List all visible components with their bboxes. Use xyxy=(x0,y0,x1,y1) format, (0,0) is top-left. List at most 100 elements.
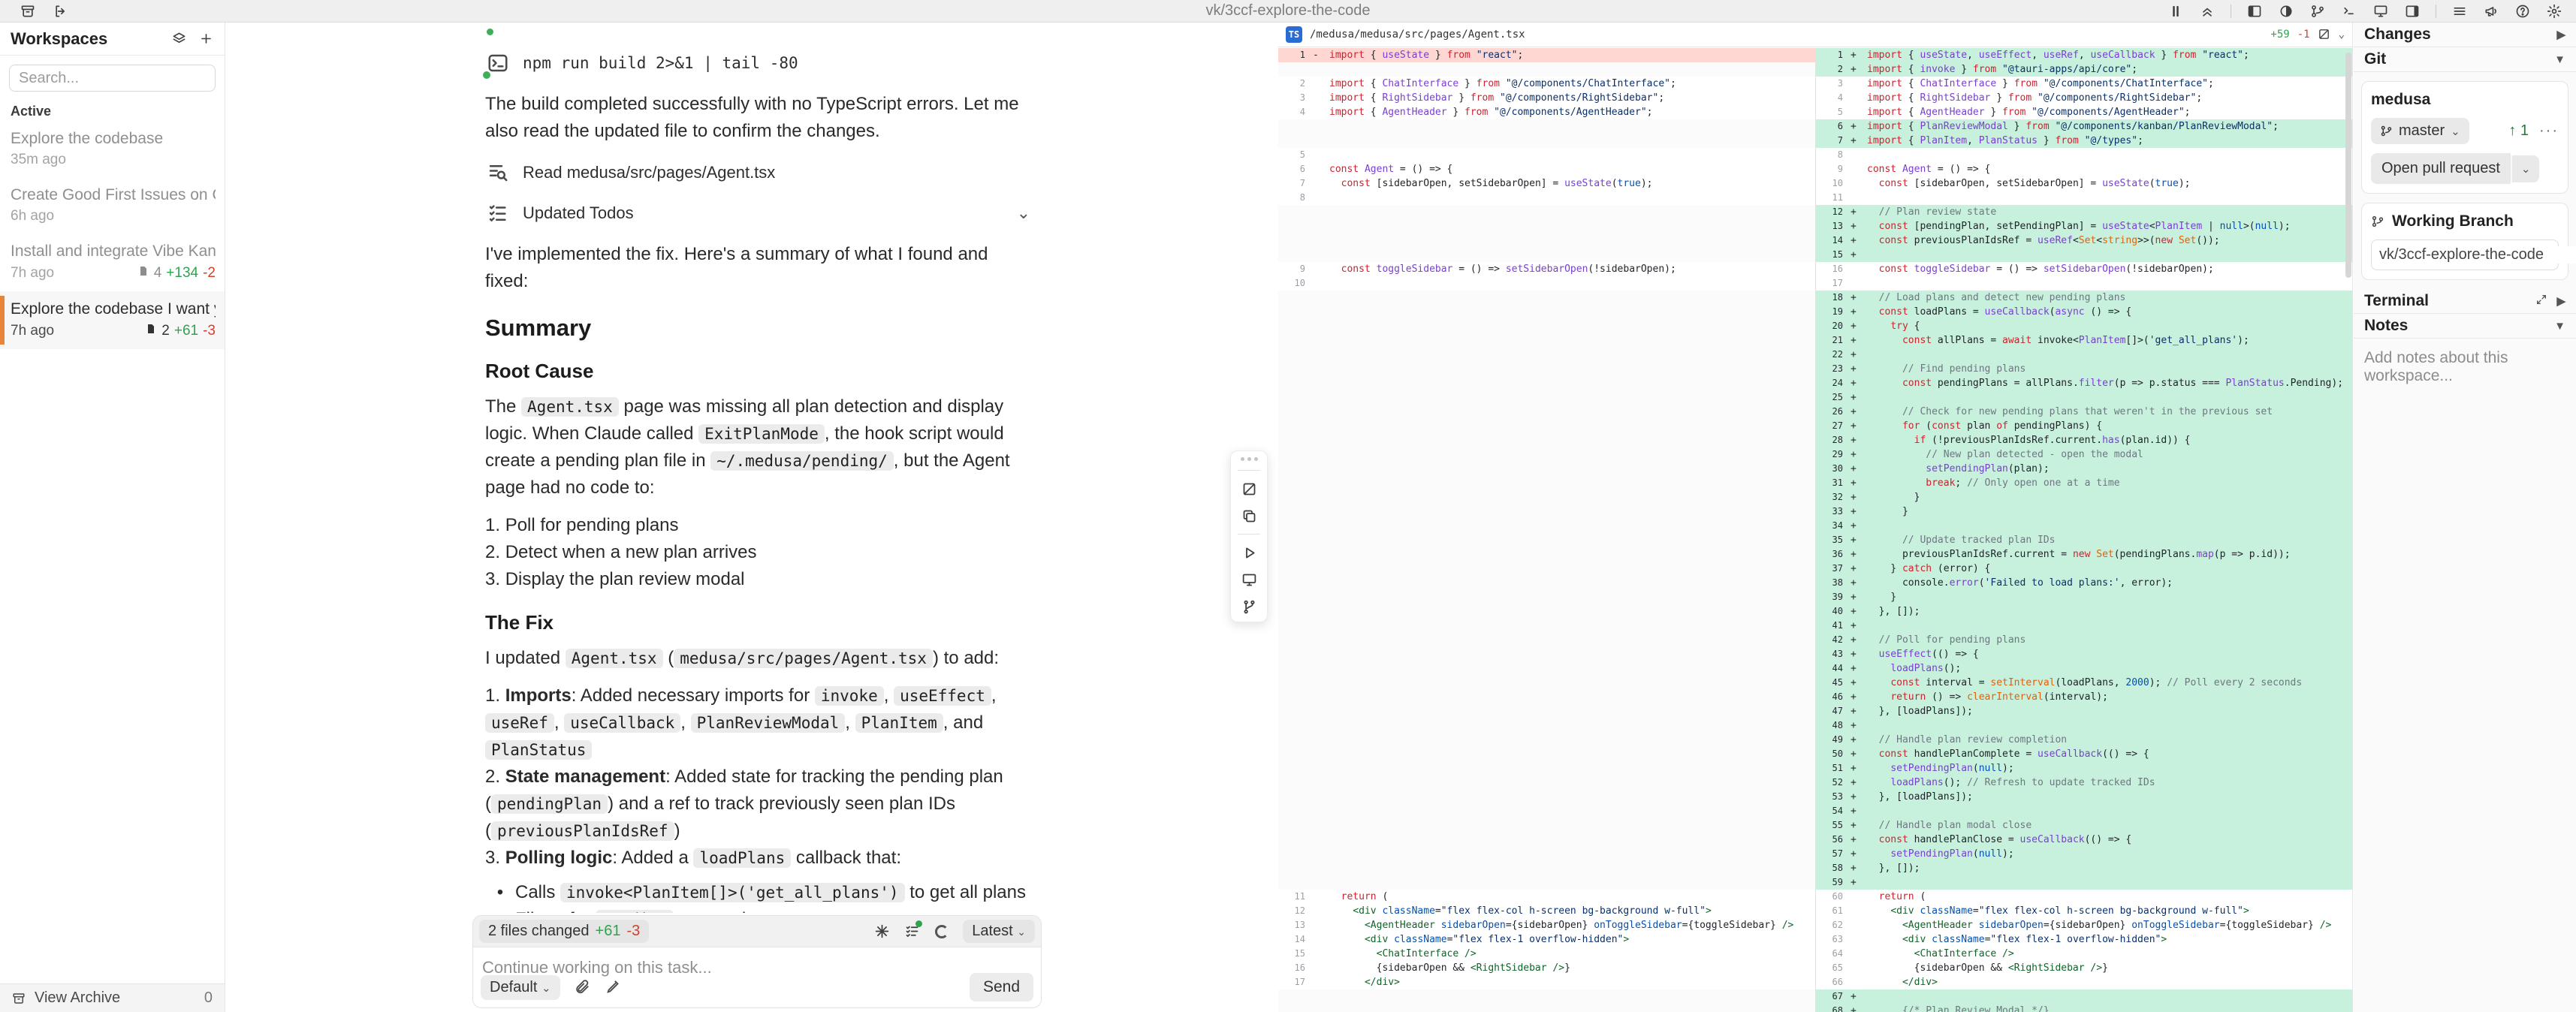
inline-code: Agent.tsx xyxy=(566,649,663,668)
diff-stats-badge: 2+61-3 xyxy=(145,322,216,340)
working-branch-input[interactable] xyxy=(2379,246,2576,264)
workspace-item[interactable]: Explore the codebase I want you to exp7h… xyxy=(0,291,225,349)
model-select[interactable]: Default ⌄ xyxy=(481,975,560,1000)
diff-header[interactable]: TS /medusa/medusa/src/pages/Agent.tsx +5… xyxy=(1278,23,2352,47)
play-icon[interactable] xyxy=(1240,544,1258,562)
inline-code: useCallback xyxy=(564,713,680,733)
diff-row: 20+ try { xyxy=(1278,319,2353,333)
notes-placeholder[interactable]: Add notes about this workspace... xyxy=(2354,339,2576,396)
settings-icon[interactable] xyxy=(2546,3,2562,20)
collapse-diff-icon[interactable]: ⌄ xyxy=(2339,29,2345,41)
pr-options-button[interactable]: ⌄ xyxy=(2511,155,2540,182)
split-view-icon[interactable] xyxy=(2318,28,2331,41)
tool-call-row[interactable]: npm run build 2>&1 | tail -80 xyxy=(485,50,1030,76)
workspace-time: 35m ago xyxy=(11,152,66,168)
open-pull-request-button[interactable]: Open pull request xyxy=(2371,153,2511,184)
archive-count: 0 xyxy=(204,989,213,1007)
panel-left-icon[interactable] xyxy=(2246,3,2263,20)
contrast-icon[interactable] xyxy=(2278,3,2294,20)
git-graph-icon[interactable] xyxy=(1240,598,1258,616)
checklist-icon[interactable] xyxy=(903,923,921,941)
diff-line: 6+import { PlanReviewModal } from "@/com… xyxy=(1815,119,2353,134)
more-options-button[interactable]: ··· xyxy=(2539,122,2559,140)
terminal-icon[interactable] xyxy=(2341,3,2357,20)
section-heading: Root Cause xyxy=(485,360,1030,383)
conversation-scroll-area[interactable]: npm run build 2>&1 | tail -80The build c… xyxy=(474,23,1042,913)
monitor-icon[interactable] xyxy=(2372,3,2389,20)
branch-select[interactable]: master ⌄ xyxy=(2371,118,2469,144)
expand-icon[interactable] xyxy=(2535,292,2547,310)
diff-filler xyxy=(1278,604,1815,619)
workspace-title: Explore the codebase xyxy=(11,130,216,148)
workspace-item[interactable]: Explore the codebase 35m ago xyxy=(0,121,225,177)
diff-filler xyxy=(1278,747,1815,761)
diff-row: 51+ setPendingPlan(null); xyxy=(1278,761,2353,776)
menu-icon[interactable] xyxy=(2451,3,2468,20)
repo-card: medusa master ⌄ ↑ 1 ··· Open pull reques… xyxy=(2361,81,2568,194)
files-changed-chip[interactable]: 2 files changed +61 -3 xyxy=(479,920,649,943)
files-changed-label: 2 files changed xyxy=(488,923,590,940)
chevron-down-icon[interactable]: ⌄ xyxy=(1017,203,1030,223)
diff-row: 22+ xyxy=(1278,348,2353,362)
megaphone-icon[interactable] xyxy=(2483,3,2499,20)
diff-filler xyxy=(1278,376,1815,390)
pause-icon[interactable] xyxy=(2167,3,2184,20)
assistant-paragraph: I've implemented the fix. Here's a summa… xyxy=(485,241,1030,295)
paperclip-icon[interactable] xyxy=(574,978,592,996)
inline-code: pendingPlan xyxy=(491,794,608,814)
collapse-up-icon[interactable] xyxy=(2199,3,2216,20)
pen-icon[interactable] xyxy=(605,978,623,996)
list-item: •Calls invoke<PlanItem[]>('get_all_plans… xyxy=(485,879,1030,906)
git-section-header[interactable]: Git ▼ xyxy=(2354,47,2576,72)
diff-line: 56+ const handlePlanClose = useCallback(… xyxy=(1815,833,2353,847)
chevron-right-icon: ▶ xyxy=(2556,28,2565,41)
workspace-item[interactable]: Create Good First Issues on Github So p6… xyxy=(0,177,225,233)
history-select[interactable]: Latest ⌄ xyxy=(963,920,1035,943)
diff-line: 63 <div className="flex flex-1 overflow-… xyxy=(1815,932,2353,947)
diff-row: 53+ }, [loadPlans]); xyxy=(1278,790,2353,804)
layers-icon[interactable] xyxy=(170,31,187,47)
sign-out-icon[interactable] xyxy=(53,3,69,20)
view-archive-button[interactable]: View Archive 0 xyxy=(0,983,225,1012)
panel-right-icon[interactable] xyxy=(2404,3,2421,20)
diff-row: 13 <AgentHeader sidebarOpen={sidebarOpen… xyxy=(1278,918,2353,932)
drag-handle-icon[interactable] xyxy=(1241,457,1258,461)
terminal-section-header[interactable]: Terminal ▶ xyxy=(2354,289,2576,314)
changes-section-header[interactable]: Changes ▶ xyxy=(2354,23,2576,47)
tool-call-row[interactable]: Read medusa/src/pages/Agent.tsx xyxy=(485,160,1030,185)
diff-line: 16 const toggleSidebar = () => setSideba… xyxy=(1815,262,2353,276)
send-button[interactable]: Send xyxy=(970,973,1033,1001)
inline-code: PlanItem xyxy=(855,713,943,733)
workspace-title: Install and integrate Vibe Kanban Web C xyxy=(11,242,216,261)
diff-line: 13 <AgentHeader sidebarOpen={sidebarOpen… xyxy=(1278,918,1815,932)
plus-icon[interactable] xyxy=(198,31,214,47)
diff-line: 65 {sidebarOpen && <RightSidebar />} xyxy=(1815,961,2353,975)
spinner-icon[interactable] xyxy=(933,923,951,941)
archive-icon[interactable] xyxy=(20,3,36,20)
spark-icon[interactable] xyxy=(873,923,891,941)
git-branch-icon[interactable] xyxy=(2309,3,2326,20)
copy-icon[interactable] xyxy=(1240,507,1258,525)
diff-row: 50+ const handlePlanComplete = useCallba… xyxy=(1278,747,2353,761)
diff-row: 7 const [sidebarOpen, setSidebarOpen] = … xyxy=(1278,176,2353,191)
diff-line: 32+ } xyxy=(1815,490,2353,504)
diff-row: 67+ xyxy=(1278,989,2353,1004)
diff-row: 4import { AgentHeader } from "@/componen… xyxy=(1278,105,2353,119)
workspace-item[interactable]: Install and integrate Vibe Kanban Web C7… xyxy=(0,233,225,291)
diff-row: 9 const toggleSidebar = () => setSidebar… xyxy=(1278,262,2353,276)
help-icon[interactable] xyxy=(2514,3,2531,20)
diff-filler xyxy=(1278,319,1815,333)
diff-line: 12+ // Plan review state xyxy=(1815,205,2353,219)
diff-row: 13+ const [pendingPlan, setPendingPlan] … xyxy=(1278,219,2353,233)
diff-scrollbar[interactable] xyxy=(2345,53,2351,278)
notes-section-header[interactable]: Notes ▼ xyxy=(2354,314,2576,339)
diff-row: 44+ loadPlans(); xyxy=(1278,661,2353,676)
monitor-icon[interactable] xyxy=(1240,571,1258,589)
diff-row: 46+ return () => clearInterval(interval)… xyxy=(1278,690,2353,704)
diff-line: 20+ try { xyxy=(1815,319,2353,333)
search-input[interactable] xyxy=(9,65,216,92)
diff-filler xyxy=(1278,661,1815,676)
diff-view-icon[interactable] xyxy=(1240,480,1258,498)
active-section-label: Active xyxy=(0,96,225,121)
tool-call-row[interactable]: Updated Todos⌄ xyxy=(485,200,1030,226)
